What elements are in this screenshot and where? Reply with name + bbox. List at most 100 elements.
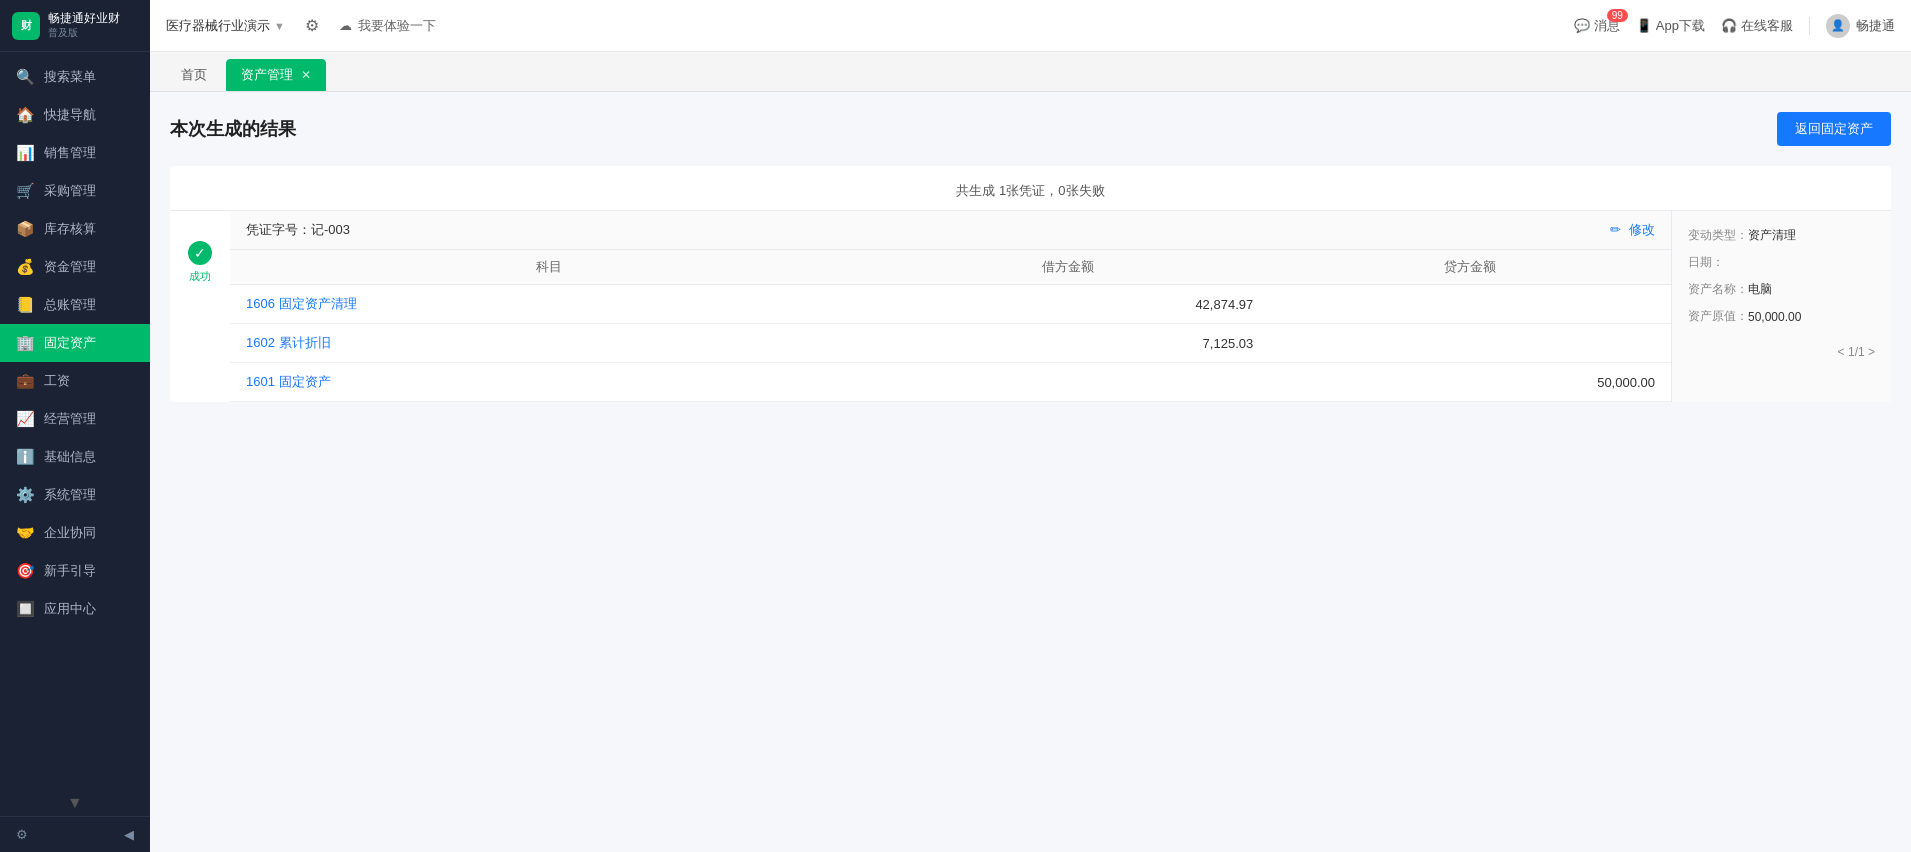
voucher-info-panel: 变动类型： 资产清理 日期： 资产名称： 电脑 资产原值： 50,000.00	[1671, 211, 1891, 402]
voucher-main: 凭证字号：记-003 ✏ 修改 科目 借方金额 贷方金额	[230, 211, 1671, 402]
online-service-button[interactable]: 🎧 在线客服	[1721, 17, 1793, 35]
topbar-left: 医疗器械行业演示 ▼ ⚙ ☁ 我要体验一下	[166, 16, 1574, 35]
system-icon: ⚙️	[16, 486, 34, 504]
app-download-button[interactable]: 📱 App下载	[1636, 17, 1705, 35]
funds-icon: 💰	[16, 258, 34, 276]
sidebar-item-label-quick-nav: 快捷导航	[44, 106, 96, 124]
sidebar-item-funds[interactable]: 💰资金管理	[0, 248, 150, 286]
success-circle: ✓	[188, 241, 212, 265]
sidebar-logo: 财 畅捷通好业财 普及版	[0, 0, 150, 52]
app-download-icon: 📱	[1636, 18, 1652, 33]
experience-label: 我要体验一下	[358, 17, 436, 35]
row-subject-2[interactable]: 1601 固定资产	[230, 363, 867, 402]
voucher-no: 凭证字号：记-003	[246, 221, 350, 239]
topbar-experience[interactable]: ☁ 我要体验一下	[339, 17, 436, 35]
col-debit-header: 借方金额	[867, 250, 1269, 285]
asset-name-value: 电脑	[1748, 281, 1772, 298]
table-row: 1606 固定资产清理 42,874.97	[230, 285, 1671, 324]
return-button[interactable]: 返回固定资产	[1777, 112, 1891, 146]
sidebar-item-system[interactable]: ⚙️ 系统管理	[0, 476, 150, 514]
sidebar-item-label-ledger: 总账管理	[44, 296, 96, 314]
topbar-user[interactable]: 👤 畅捷通	[1826, 14, 1895, 38]
voucher-header-row: 凭证字号：记-003 ✏ 修改	[230, 211, 1671, 250]
headset-icon: 🎧	[1721, 18, 1737, 33]
sidebar-item-ledger[interactable]: 📒总账管理	[0, 286, 150, 324]
tab-home-label: 首页	[181, 66, 207, 84]
sidebar-item-guide[interactable]: 🎯新手引导	[0, 552, 150, 590]
fixed-assets-icon: 🏢	[16, 334, 34, 352]
tab-asset-management-close-icon[interactable]: ✕	[301, 68, 311, 82]
asset-value-label: 资产原值：	[1688, 308, 1748, 325]
logo-text-area: 畅捷通好业财 普及版	[48, 11, 120, 41]
sidebar: 财 畅捷通好业财 普及版 🔍搜索菜单 🏠 快捷导航 📊销售管理🛒采购管理📦库存核算💰资…	[0, 0, 150, 852]
row-credit-2: 50,000.00	[1269, 363, 1671, 402]
settings-icon[interactable]: ⚙	[16, 827, 28, 842]
sidebar-item-label-inventory: 库存核算	[44, 220, 96, 238]
message-badge: 99	[1607, 9, 1628, 22]
sidebar-item-payroll[interactable]: 💼 工资	[0, 362, 150, 400]
sidebar-item-fixed-assets[interactable]: 🏢 固定资产	[0, 324, 150, 362]
sidebar-item-label-guide: 新手引导	[44, 562, 96, 580]
col-credit-header: 贷方金额	[1269, 250, 1671, 285]
sidebar-scroll-down[interactable]: ▼	[67, 794, 83, 811]
collapse-icon[interactable]: ◀	[124, 827, 134, 842]
sidebar-nav: 🔍搜索菜单 🏠 快捷导航 📊销售管理🛒采购管理📦库存核算💰资金管理📒总账管理 🏢 固定资产…	[0, 52, 150, 790]
edit-icon: ✏	[1610, 222, 1621, 237]
quick-nav-icon: 🏠	[16, 106, 34, 124]
topbar-company[interactable]: 医疗器械行业演示 ▼	[166, 17, 285, 35]
voucher-block: ✓ 成功 凭证字号：记-003 ✏ 修改	[170, 210, 1891, 402]
edit-button[interactable]: ✏ 修改	[1610, 221, 1655, 239]
voucher-table: 科目 借方金额 贷方金额 1606 固定资产清理 42,874.97 1602 …	[230, 250, 1671, 402]
tab-asset-management[interactable]: 资产管理 ✕	[226, 59, 326, 91]
topbar-right: 💬 消息 99 📱 App下载 🎧 在线客服 👤 畅捷通	[1574, 14, 1895, 38]
app-center-icon: 🔲	[16, 600, 34, 618]
sidebar-item-basic-info[interactable]: ℹ️基础信息	[0, 438, 150, 476]
sidebar-item-label-payroll: 工资	[44, 372, 70, 390]
sidebar-item-sales[interactable]: 📊销售管理	[0, 134, 150, 172]
operations-icon: 📈	[16, 410, 34, 428]
tab-asset-management-label: 资产管理	[241, 66, 293, 84]
row-debit-1: 7,125.03	[867, 324, 1269, 363]
sidebar-item-app-center[interactable]: 🔲应用中心	[0, 590, 150, 628]
sidebar-item-label-system: 系统管理	[44, 486, 96, 504]
sidebar-item-label-purchase: 采购管理	[44, 182, 96, 200]
sidebar-item-enterprise[interactable]: 🤝企业协同	[0, 514, 150, 552]
sidebar-item-search[interactable]: 🔍搜索菜单	[0, 58, 150, 96]
topbar-gear-icon[interactable]: ⚙	[305, 16, 319, 35]
page-title: 本次生成的结果	[170, 117, 296, 141]
sidebar-item-label-operations: 经营管理	[44, 410, 96, 428]
date-label: 日期：	[1688, 254, 1748, 271]
user-avatar-icon: 👤	[1831, 19, 1845, 32]
sidebar-item-label-enterprise: 企业协同	[44, 524, 96, 542]
online-service-label: 在线客服	[1741, 17, 1793, 35]
page-header: 本次生成的结果 返回固定资产	[170, 112, 1891, 146]
sidebar-item-label-fixed-assets: 固定资产	[44, 334, 96, 352]
sidebar-item-operations[interactable]: 📈 经营管理	[0, 400, 150, 438]
asset-value-value: 50,000.00	[1748, 310, 1801, 324]
result-panel: 共生成 1张凭证，0张失败 ✓ 成功 凭证字号：记-003 ✏ 修改	[170, 166, 1891, 402]
row-credit-1	[1269, 324, 1671, 363]
sidebar-item-label-sales: 销售管理	[44, 144, 96, 162]
pagination-prev[interactable]: <	[1838, 345, 1845, 359]
tab-home[interactable]: 首页	[166, 59, 222, 91]
message-button[interactable]: 💬 消息 99	[1574, 17, 1620, 35]
row-subject-1[interactable]: 1602 累计折旧	[230, 324, 867, 363]
company-chevron-icon: ▼	[274, 20, 285, 32]
topbar: 医疗器械行业演示 ▼ ⚙ ☁ 我要体验一下 💬 消息 99 📱 App下载 🎧 …	[150, 0, 1911, 52]
main-area: 医疗器械行业演示 ▼ ⚙ ☁ 我要体验一下 💬 消息 99 📱 App下载 🎧 …	[150, 0, 1911, 852]
content-area: 本次生成的结果 返回固定资产 共生成 1张凭证，0张失败 ✓ 成功 凭证字号：记…	[150, 92, 1911, 852]
col-subject-header: 科目	[230, 250, 867, 285]
edit-label: 修改	[1629, 222, 1655, 237]
row-subject-0[interactable]: 1606 固定资产清理	[230, 285, 867, 324]
cloud-icon: ☁	[339, 18, 352, 33]
sidebar-item-quick-nav[interactable]: 🏠 快捷导航	[0, 96, 150, 134]
pagination-next[interactable]: >	[1868, 345, 1875, 359]
user-avatar: 👤	[1826, 14, 1850, 38]
sidebar-item-inventory[interactable]: 📦库存核算	[0, 210, 150, 248]
result-summary: 共生成 1张凭证，0张失败	[170, 166, 1891, 210]
payroll-icon: 💼	[16, 372, 34, 390]
sidebar-item-purchase[interactable]: 🛒采购管理	[0, 172, 150, 210]
row-debit-2	[867, 363, 1269, 402]
row-debit-0: 42,874.97	[867, 285, 1269, 324]
info-pagination: < 1/1 >	[1688, 345, 1875, 359]
